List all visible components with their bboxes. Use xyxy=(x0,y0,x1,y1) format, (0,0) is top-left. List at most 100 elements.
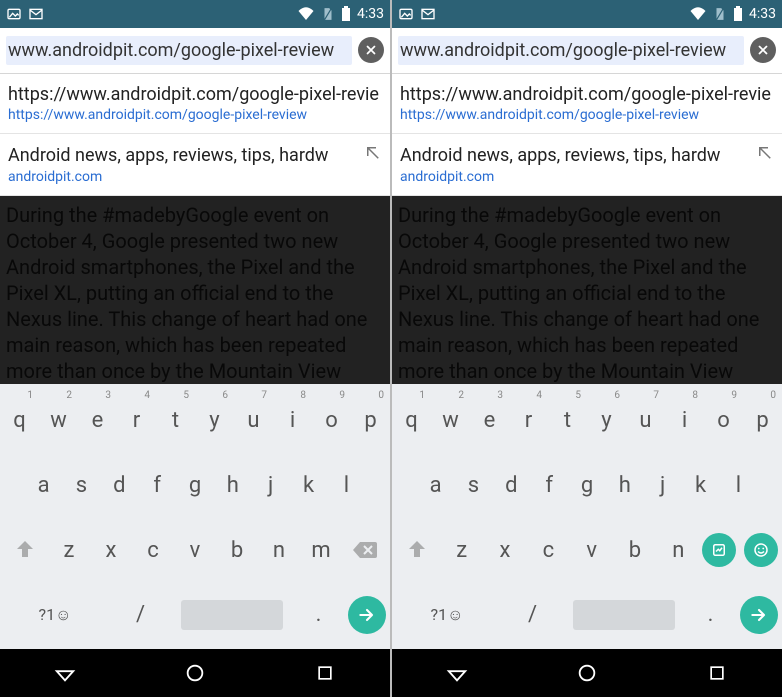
back-button[interactable] xyxy=(427,662,487,684)
insert-suggestion-icon[interactable] xyxy=(358,144,382,167)
suggestion-item[interactable]: https://www.androidpit.com/google-pixel-… xyxy=(0,74,390,134)
key-k[interactable]: k xyxy=(684,453,718,518)
insert-suggestion-icon[interactable] xyxy=(750,144,774,167)
key-j[interactable]: j xyxy=(254,453,288,518)
key-i[interactable]: 8i xyxy=(273,388,312,453)
key-x[interactable]: x xyxy=(92,518,130,583)
battery-icon xyxy=(733,6,743,22)
shift-key[interactable] xyxy=(396,538,438,562)
key-j[interactable]: j xyxy=(646,453,680,518)
slash-key[interactable]: / xyxy=(502,583,563,648)
key-s[interactable]: s xyxy=(457,453,491,518)
key-h[interactable]: h xyxy=(608,453,642,518)
sim-icon xyxy=(321,6,335,22)
key-s[interactable]: s xyxy=(65,453,99,518)
key-c[interactable]: c xyxy=(134,518,172,583)
key-z[interactable]: z xyxy=(442,518,481,583)
key-b[interactable]: b xyxy=(615,518,654,583)
home-button[interactable] xyxy=(165,662,225,684)
key-y[interactable]: 6y xyxy=(587,388,626,453)
suggestion-subtitle: androidpit.com xyxy=(400,169,774,185)
key-f[interactable]: f xyxy=(532,453,566,518)
suggestion-item[interactable]: Android news, apps, reviews, tips, hardw… xyxy=(0,134,390,196)
back-button[interactable] xyxy=(35,662,95,684)
url-input[interactable]: www.androidpit.com/google-pixel-review xyxy=(6,36,352,65)
key-m[interactable]: m xyxy=(302,518,340,583)
key-p[interactable]: 0p xyxy=(351,388,390,453)
key-l[interactable]: l xyxy=(329,453,363,518)
key-y[interactable]: 6y xyxy=(195,388,234,453)
key-l[interactable]: l xyxy=(721,453,755,518)
key-u[interactable]: 7u xyxy=(234,388,273,453)
key-x[interactable]: x xyxy=(485,518,524,583)
go-key[interactable] xyxy=(348,596,386,634)
key-n[interactable]: n xyxy=(260,518,298,583)
clock: 4:33 xyxy=(357,6,384,22)
go-key[interactable] xyxy=(740,596,778,634)
backspace-key[interactable] xyxy=(344,538,386,562)
key-t[interactable]: 5t xyxy=(156,388,195,453)
recents-button[interactable] xyxy=(295,663,355,683)
suggestion-item[interactable]: Android news, apps, reviews, tips, hardw… xyxy=(392,134,782,196)
key-n[interactable]: n xyxy=(659,518,698,583)
key-d[interactable]: d xyxy=(494,453,528,518)
key-a[interactable]: a xyxy=(419,453,453,518)
android-navbar xyxy=(0,649,390,697)
key-w[interactable]: 2w xyxy=(39,388,78,453)
clear-url-button[interactable] xyxy=(358,37,384,63)
key-q[interactable]: 1q xyxy=(0,388,39,453)
period-key[interactable]: . xyxy=(293,583,344,648)
key-i[interactable]: 8i xyxy=(665,388,704,453)
url-bar: www.androidpit.com/google-pixel-review xyxy=(0,28,390,74)
clock: 4:33 xyxy=(749,6,776,22)
symbols-key[interactable]: ?1☺ xyxy=(4,583,106,648)
key-k[interactable]: k xyxy=(292,453,326,518)
keyboard: 1q2w3e4r5t6y7u8i9o0p asdfghjkl zxcvbn ?1… xyxy=(392,384,782,650)
key-t[interactable]: 5t xyxy=(548,388,587,453)
slash-key[interactable]: / xyxy=(110,583,171,648)
page-content-dimmed: During the #madebyGoogle event on Octobe… xyxy=(392,196,782,384)
key-a[interactable]: a xyxy=(27,453,61,518)
emoji-key[interactable] xyxy=(744,533,778,567)
shift-key[interactable] xyxy=(4,538,46,562)
status-bar: 4:33 xyxy=(0,0,390,28)
page-content-dimmed: During the #madebyGoogle event on Octobe… xyxy=(0,196,390,384)
key-g[interactable]: g xyxy=(570,453,604,518)
spacebar[interactable] xyxy=(181,600,283,630)
key-o[interactable]: 9o xyxy=(704,388,743,453)
key-c[interactable]: c xyxy=(529,518,568,583)
symbols-key[interactable]: ?1☺ xyxy=(396,583,498,648)
home-button[interactable] xyxy=(557,662,617,684)
chrooma-shape-key[interactable] xyxy=(702,533,736,567)
key-e[interactable]: 3e xyxy=(470,388,509,453)
key-u[interactable]: 7u xyxy=(626,388,665,453)
suggestion-subtitle: https://www.androidpit.com/google-pixel-… xyxy=(8,107,382,123)
clear-url-button[interactable] xyxy=(750,37,776,63)
key-g[interactable]: g xyxy=(178,453,212,518)
recents-button[interactable] xyxy=(687,663,747,683)
period-key[interactable]: . xyxy=(685,583,736,648)
suggestion-title: Android news, apps, reviews, tips, hardw xyxy=(400,145,750,166)
key-r[interactable]: 4r xyxy=(117,388,156,453)
key-e[interactable]: 3e xyxy=(78,388,117,453)
key-p[interactable]: 0p xyxy=(743,388,782,453)
key-b[interactable]: b xyxy=(218,518,256,583)
key-r[interactable]: 4r xyxy=(509,388,548,453)
key-o[interactable]: 9o xyxy=(312,388,351,453)
key-w[interactable]: 2w xyxy=(431,388,470,453)
key-q[interactable]: 1q xyxy=(392,388,431,453)
spacebar[interactable] xyxy=(573,600,675,630)
key-z[interactable]: z xyxy=(50,518,88,583)
suggestion-item[interactable]: https://www.androidpit.com/google-pixel-… xyxy=(392,74,782,134)
status-bar: 4:33 xyxy=(392,0,782,28)
suggestion-subtitle: https://www.androidpit.com/google-pixel-… xyxy=(400,107,774,123)
key-v[interactable]: v xyxy=(176,518,214,583)
key-d[interactable]: d xyxy=(102,453,136,518)
key-h[interactable]: h xyxy=(216,453,250,518)
suggestion-title: https://www.androidpit.com/google-pixel-… xyxy=(400,84,774,105)
url-input[interactable]: www.androidpit.com/google-pixel-review xyxy=(398,36,744,65)
image-icon xyxy=(398,6,414,22)
key-v[interactable]: v xyxy=(572,518,611,583)
key-f[interactable]: f xyxy=(140,453,174,518)
sim-icon xyxy=(713,6,727,22)
